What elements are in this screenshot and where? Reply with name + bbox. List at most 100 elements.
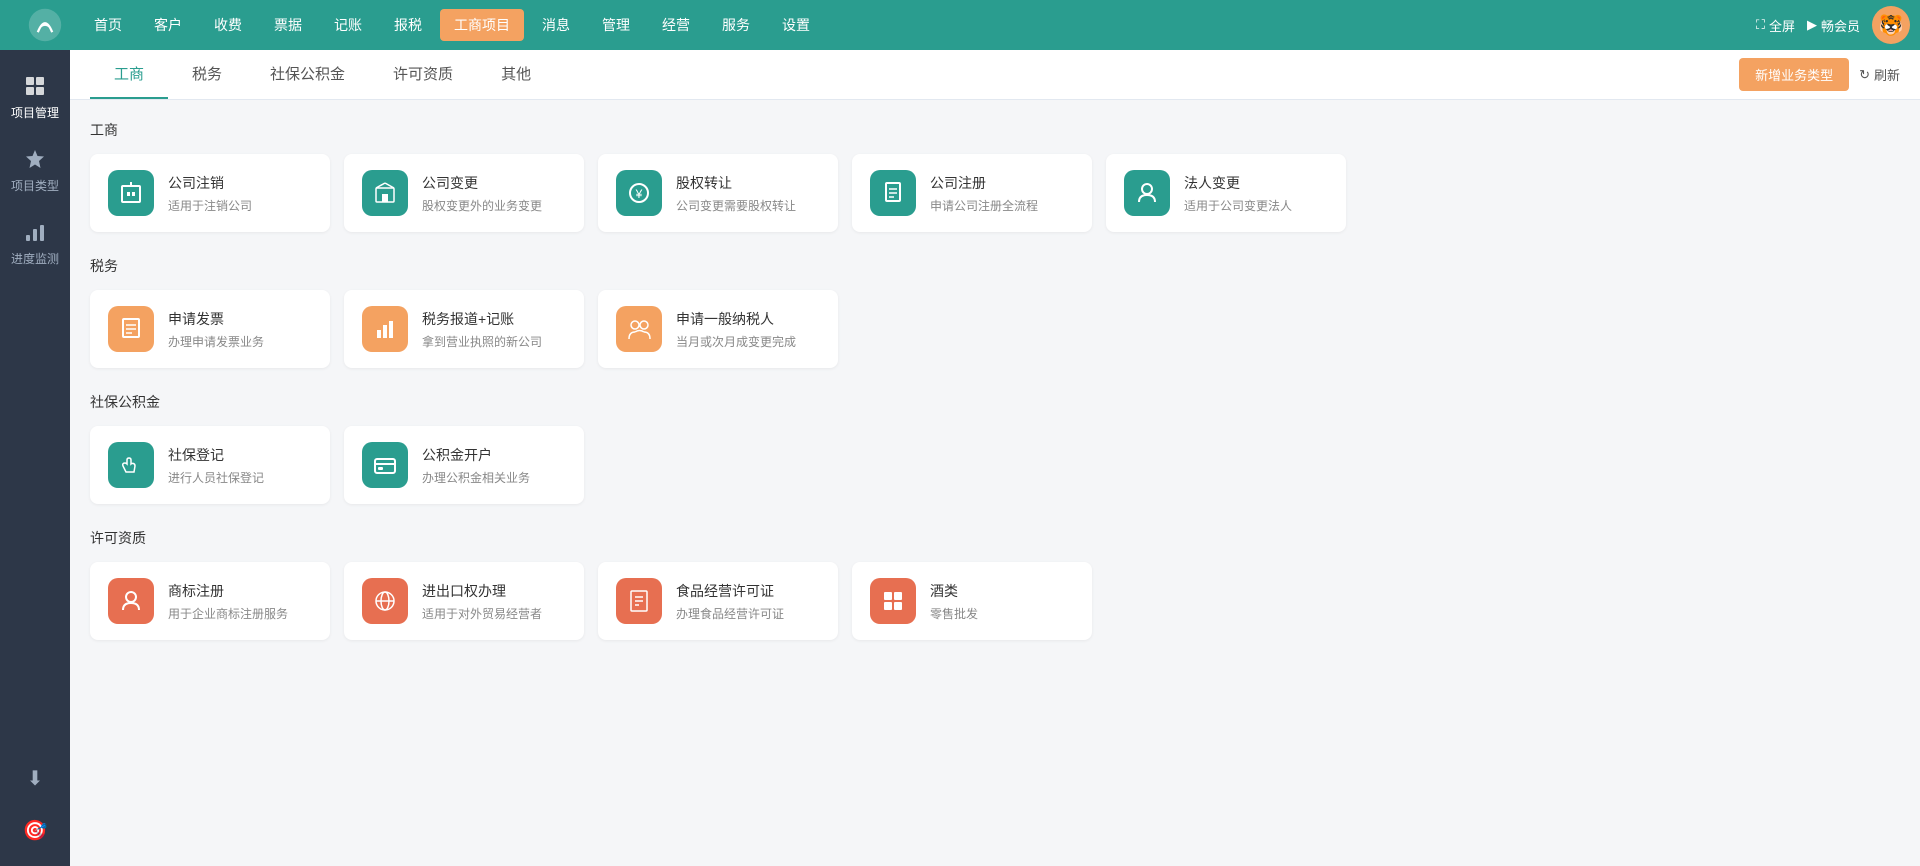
card-info: 社保登记进行人员社保登记 [168,445,264,486]
cards-grid: 商标注册用于企业商标注册服务进出口权办理适用于对外贸易经营者食品经营许可证办理食… [90,562,1900,640]
fullscreen-btn[interactable]: ⛶ 全屏 [1756,16,1795,35]
card-desc: 适用于公司变更法人 [1184,197,1292,214]
card-desc: 适用于对外贸易经营者 [422,605,542,622]
top-right-area: ⛶ 全屏 ▶ 畅会员 🐯 [1756,6,1910,44]
business-card[interactable]: 公司注销适用于注销公司 [90,154,330,232]
card-desc: 用于企业商标注册服务 [168,605,288,622]
card-title: 食品经营许可证 [676,581,784,601]
card-desc: 零售批发 [930,605,978,622]
card-icon [1124,170,1170,216]
progress-icon [21,218,49,246]
sidebar-item-label: 项目类型 [11,177,59,194]
nav-item-报税[interactable]: 报税 [380,9,436,41]
app-logo [27,7,63,43]
card-icon [108,442,154,488]
card-info: 公司变更股权变更外的业务变更 [422,173,542,214]
cards-grid: 社保登记进行人员社保登记 公积金开户办理公积金相关业务 [90,426,1900,504]
download-icon: ⬇ [21,764,49,792]
business-card[interactable]: 申请发票办理申请发票业务 [90,290,330,368]
nav-item-设置[interactable]: 设置 [768,9,824,41]
card-desc: 办理申请发票业务 [168,333,264,350]
scroll-content[interactable]: 工商公司注销适用于注销公司 公司变更股权变更外的业务变更 ¥ 股权转让公司变更需要股权… [70,100,1920,866]
card-info: 税务报道+记账拿到营业执照的新公司 [422,309,542,350]
nav-item-管理[interactable]: 管理 [588,9,644,41]
business-card[interactable]: 酒类零售批发 [852,562,1092,640]
mascot-avatar[interactable]: 🐯 [1872,6,1910,44]
nav-item-票据[interactable]: 票据 [260,9,316,41]
card-title: 社保登记 [168,445,264,465]
nav-item-工商项目[interactable]: 工商项目 [440,9,524,41]
project-type-icon [21,145,49,173]
sidebar-item-download[interactable]: ⬇ [0,752,70,804]
svg-text:¥: ¥ [635,187,643,201]
refresh-button[interactable]: ↻ 刷新 [1859,65,1900,84]
top-navigation: 首页客户收费票据记账报税工商项目消息管理经营服务设置 ⛶ 全屏 ▶ 畅会员 🐯 [0,0,1920,50]
card-info: 申请发票办理申请发票业务 [168,309,264,350]
card-icon [108,306,154,352]
business-card[interactable]: 公积金开户办理公积金相关业务 [344,426,584,504]
nav-item-服务[interactable]: 服务 [708,9,764,41]
refresh-icon: ↻ [1859,67,1870,83]
business-card[interactable]: 税务报道+记账拿到营业执照的新公司 [344,290,584,368]
settings-icon: 🎯 [21,816,49,844]
sidebar-item-project-type[interactable]: 项目类型 [0,133,70,206]
business-card[interactable]: 法人变更适用于公司变更法人 [1106,154,1346,232]
business-card[interactable]: ¥ 股权转让公司变更需要股权转让 [598,154,838,232]
sidebar-item-progress[interactable]: 进度监测 [0,206,70,279]
card-icon [362,306,408,352]
card-icon [870,170,916,216]
card-title: 税务报道+记账 [422,309,542,329]
section-税务: 税务申请发票办理申请发票业务 税务报道+记账拿到营业执照的新公司 申请一般纳税人当月… [90,256,1900,368]
card-title: 酒类 [930,581,978,601]
business-card[interactable]: 食品经营许可证办理食品经营许可证 [598,562,838,640]
main-layout: 项目管理 项目类型 进度监测 ⬇ [0,50,1920,866]
card-desc: 公司变更需要股权转让 [676,197,796,214]
refresh-label: 刷新 [1874,65,1900,84]
nav-item-首页[interactable]: 首页 [80,9,136,41]
business-card[interactable]: 进出口权办理适用于对外贸易经营者 [344,562,584,640]
section-title: 社保公积金 [90,392,1900,412]
card-info: 商标注册用于企业商标注册服务 [168,581,288,622]
sidebar-item-project-mgmt[interactable]: 项目管理 [0,60,70,133]
nav-item-客户[interactable]: 客户 [140,9,196,41]
card-title: 公司注册 [930,173,1038,193]
card-icon [616,578,662,624]
section-title: 许可资质 [90,528,1900,548]
nav-item-收费[interactable]: 收费 [200,9,256,41]
tabs-container: 工商税务社保公积金许可资质其他 [90,50,555,99]
business-card[interactable]: 商标注册用于企业商标注册服务 [90,562,330,640]
card-title: 商标注册 [168,581,288,601]
section-title: 税务 [90,256,1900,276]
sidebar: 项目管理 项目类型 进度监测 ⬇ [0,50,70,866]
tab-bar: 工商税务社保公积金许可资质其他 新增业务类型 ↻ 刷新 [70,50,1920,100]
card-desc: 办理食品经营许可证 [676,605,784,622]
nav-item-消息[interactable]: 消息 [528,9,584,41]
business-card[interactable]: 公司变更股权变更外的业务变更 [344,154,584,232]
card-title: 进出口权办理 [422,581,542,601]
tab-其他[interactable]: 其他 [477,50,555,99]
content-area: 工商税务社保公积金许可资质其他 新增业务类型 ↻ 刷新 工商公司注销适用于注销公… [70,50,1920,866]
tab-社保公积金[interactable]: 社保公积金 [246,50,369,99]
tab-工商[interactable]: 工商 [90,50,168,99]
card-info: 股权转让公司变更需要股权转让 [676,173,796,214]
sidebar-item-label: 进度监测 [11,250,59,267]
tab-税务[interactable]: 税务 [168,50,246,99]
business-card[interactable]: 申请一般纳税人当月或次月成变更完成 [598,290,838,368]
tab-许可资质[interactable]: 许可资质 [369,50,477,99]
card-icon [108,170,154,216]
card-desc: 进行人员社保登记 [168,469,264,486]
card-info: 法人变更适用于公司变更法人 [1184,173,1292,214]
sidebar-item-settings[interactable]: 🎯 [0,804,70,856]
card-info: 公积金开户办理公积金相关业务 [422,445,530,486]
cards-grid: 申请发票办理申请发票业务 税务报道+记账拿到营业执照的新公司 申请一般纳税人当月或次… [90,290,1900,368]
card-info: 申请一般纳税人当月或次月成变更完成 [676,309,796,350]
card-icon [870,578,916,624]
business-card[interactable]: 社保登记进行人员社保登记 [90,426,330,504]
nav-item-记账[interactable]: 记账 [320,9,376,41]
member-btn[interactable]: ▶ 畅会员 [1807,16,1860,35]
add-business-type-button[interactable]: 新增业务类型 [1739,58,1849,91]
section-title: 工商 [90,120,1900,140]
nav-item-经营[interactable]: 经营 [648,9,704,41]
card-desc: 股权变更外的业务变更 [422,197,542,214]
business-card[interactable]: 公司注册申请公司注册全流程 [852,154,1092,232]
